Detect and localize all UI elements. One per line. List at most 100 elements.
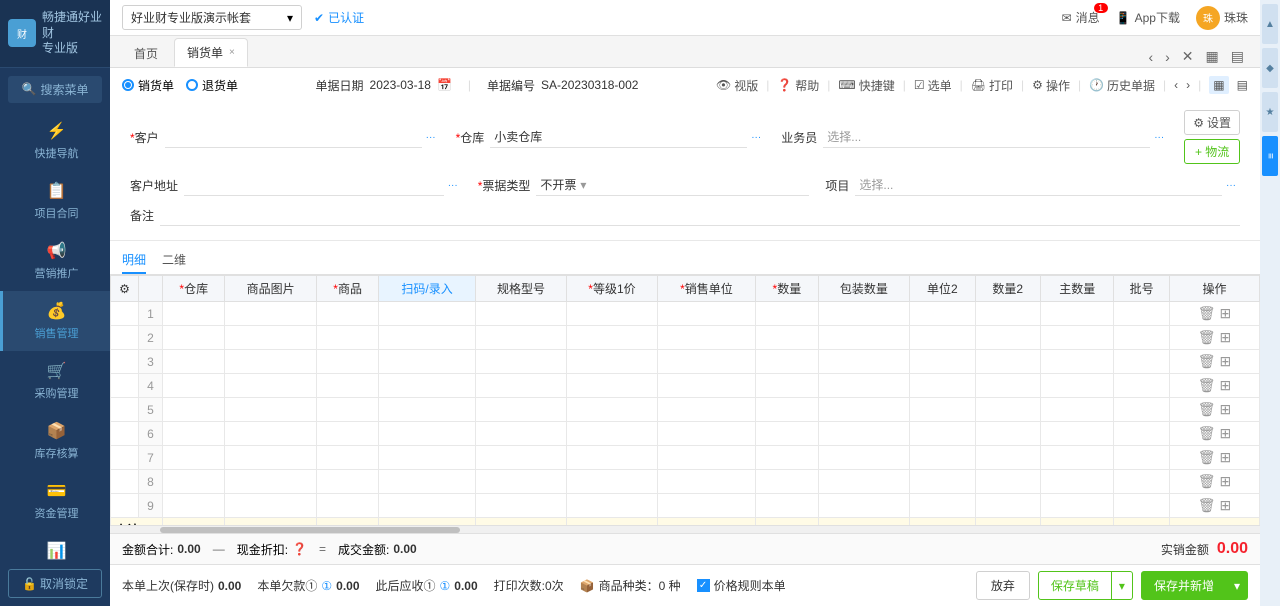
row-copy-icon-9[interactable]: ⊞ (1219, 497, 1231, 514)
tab-list-button[interactable]: ▦ (1202, 46, 1223, 67)
col-warehouse[interactable]: *仓库 (163, 276, 225, 302)
row-warehouse-9[interactable] (163, 494, 225, 518)
save-new-button[interactable]: 保存并新增 (1141, 571, 1227, 600)
sidebar-item-quick-nav[interactable]: ⚡快捷导航 (0, 111, 110, 171)
row-qty-6[interactable] (756, 422, 818, 446)
col-quantity[interactable]: *数量 (756, 276, 818, 302)
row-product-3[interactable] (316, 350, 378, 374)
row-delete-icon-4[interactable]: 🗑 (1198, 377, 1216, 394)
print-button[interactable]: 🖨 打印 (971, 77, 1013, 94)
save-draft-dropdown[interactable]: ▾ (1112, 571, 1133, 600)
col-product[interactable]: *商品 (316, 276, 378, 302)
row-product-2[interactable] (316, 326, 378, 350)
row-delete-icon-9[interactable]: 🗑 (1198, 497, 1216, 514)
tab-sale-order[interactable]: 销货单 × (174, 38, 248, 67)
row-warehouse-4[interactable] (163, 374, 225, 398)
row-import-4[interactable] (379, 374, 475, 398)
company-selector[interactable]: 好业财专业版演示帐套 ▾ (122, 5, 302, 30)
sidebar-item-sales[interactable]: 💰销售管理 (0, 291, 110, 351)
tab-home[interactable]: 首页 (122, 40, 170, 67)
row-delete-icon-1[interactable]: 🗑 (1198, 305, 1216, 322)
row-delete-icon-6[interactable]: 🗑 (1198, 425, 1216, 442)
tab-expand-button[interactable]: ▤ (1227, 46, 1248, 67)
nav-prev-button[interactable]: ‹ (1174, 78, 1178, 92)
row-product-8[interactable] (316, 470, 378, 494)
row-copy-icon-4[interactable]: ⊞ (1219, 377, 1231, 394)
grid-view-button[interactable]: ▦ (1209, 76, 1228, 94)
right-panel-btn-4[interactable]: ≡ (1262, 136, 1278, 176)
col-grade-price[interactable]: *等级1价 (567, 276, 657, 302)
row-qty-1[interactable] (756, 302, 818, 326)
row-copy-icon-8[interactable]: ⊞ (1219, 473, 1231, 490)
horizontal-scrollbar[interactable] (110, 525, 1260, 533)
add-logistics-button[interactable]: + 物流 (1184, 139, 1240, 164)
invoice-select[interactable]: 不开票 ▾ (536, 174, 809, 196)
row-warehouse-5[interactable] (163, 398, 225, 422)
row-import-8[interactable] (379, 470, 475, 494)
address-input[interactable] (184, 174, 444, 196)
row-import-1[interactable] (379, 302, 475, 326)
row-product-1[interactable] (316, 302, 378, 326)
row-product-9[interactable] (316, 494, 378, 518)
scrollbar-thumb[interactable] (160, 527, 460, 533)
view-button[interactable]: 👁 视版 (716, 77, 758, 94)
row-import-6[interactable] (379, 422, 475, 446)
project-input[interactable]: 选择... (855, 174, 1222, 196)
row-delete-icon-2[interactable]: 🗑 (1198, 329, 1216, 346)
row-delete-icon-8[interactable]: 🗑 (1198, 473, 1216, 490)
col-sale-unit[interactable]: *销售单位 (657, 276, 755, 302)
sidebar-item-purchase[interactable]: 🛒采购管理 (0, 351, 110, 411)
customer-input[interactable] (165, 126, 422, 148)
nav-next-button[interactable]: › (1186, 78, 1190, 92)
user-avatar[interactable]: 珠 珠珠 (1196, 6, 1248, 30)
note-input[interactable] (160, 204, 1240, 226)
operate-button[interactable]: ⚙ 操作 (1032, 77, 1070, 94)
customer-select-icon[interactable]: ··· (422, 132, 440, 143)
message-button[interactable]: ✉ 1 消息 (1062, 9, 1100, 26)
row-delete-icon-7[interactable]: 🗑 (1198, 449, 1216, 466)
row-warehouse-1[interactable] (163, 302, 225, 326)
tab-detail[interactable]: 明细 (122, 247, 146, 274)
row-qty-8[interactable] (756, 470, 818, 494)
right-panel-btn-2[interactable]: ◆ (1262, 48, 1278, 88)
row-delete-icon-3[interactable]: 🗑 (1198, 353, 1216, 370)
salesperson-select-icon[interactable]: ··· (1150, 132, 1168, 143)
shortcut-button[interactable]: ⌨ 快捷键 (838, 77, 894, 94)
row-qty-7[interactable] (756, 446, 818, 470)
row-qty-4[interactable] (756, 374, 818, 398)
tab-prev-button[interactable]: ‹ (1144, 46, 1157, 67)
save-new-dropdown[interactable]: ▾ (1227, 571, 1248, 600)
warehouse-select-icon[interactable]: ··· (747, 132, 765, 143)
row-qty-2[interactable] (756, 326, 818, 350)
date-value[interactable]: 2023-03-18 (370, 78, 431, 92)
history-button[interactable]: 🕐 历史单据 (1089, 77, 1155, 94)
tab-dimension[interactable]: 二维 (162, 247, 186, 274)
app-download-button[interactable]: 📱 App下载 (1116, 9, 1180, 26)
radio-return[interactable]: 退货单 (186, 77, 238, 94)
row-copy-icon-2[interactable]: ⊞ (1219, 329, 1231, 346)
row-product-4[interactable] (316, 374, 378, 398)
price-check-checkbox[interactable]: ✓ (697, 579, 710, 592)
row-qty-9[interactable] (756, 494, 818, 518)
row-copy-icon-3[interactable]: ⊞ (1219, 353, 1231, 370)
row-product-7[interactable] (316, 446, 378, 470)
row-product-6[interactable] (316, 422, 378, 446)
row-warehouse-2[interactable] (163, 326, 225, 350)
sidebar-item-project[interactable]: 📋项目合同 (0, 171, 110, 231)
sidebar-item-inventory[interactable]: 📦库存核算 (0, 411, 110, 471)
sidebar-item-marketing[interactable]: 📢营销推广 (0, 231, 110, 291)
sidebar-item-accounting[interactable]: 📊总账管理 (0, 531, 110, 561)
row-import-3[interactable] (379, 350, 475, 374)
col-settings[interactable]: ⚙ (111, 276, 139, 302)
list-view-button[interactable]: ▤ (1237, 78, 1248, 92)
row-copy-icon-1[interactable]: ⊞ (1219, 305, 1231, 322)
radio-sale[interactable]: 销货单 (122, 77, 174, 94)
cancel-lock-button[interactable]: 🔓 取消锁定 (8, 569, 102, 598)
discard-button[interactable]: 放弃 (976, 571, 1030, 600)
row-warehouse-6[interactable] (163, 422, 225, 446)
row-qty-5[interactable] (756, 398, 818, 422)
row-copy-icon-6[interactable]: ⊞ (1219, 425, 1231, 442)
address-select-icon[interactable]: ··· (444, 180, 462, 191)
row-product-5[interactable] (316, 398, 378, 422)
setup-button[interactable]: ⚙ 设置 (1184, 110, 1240, 135)
